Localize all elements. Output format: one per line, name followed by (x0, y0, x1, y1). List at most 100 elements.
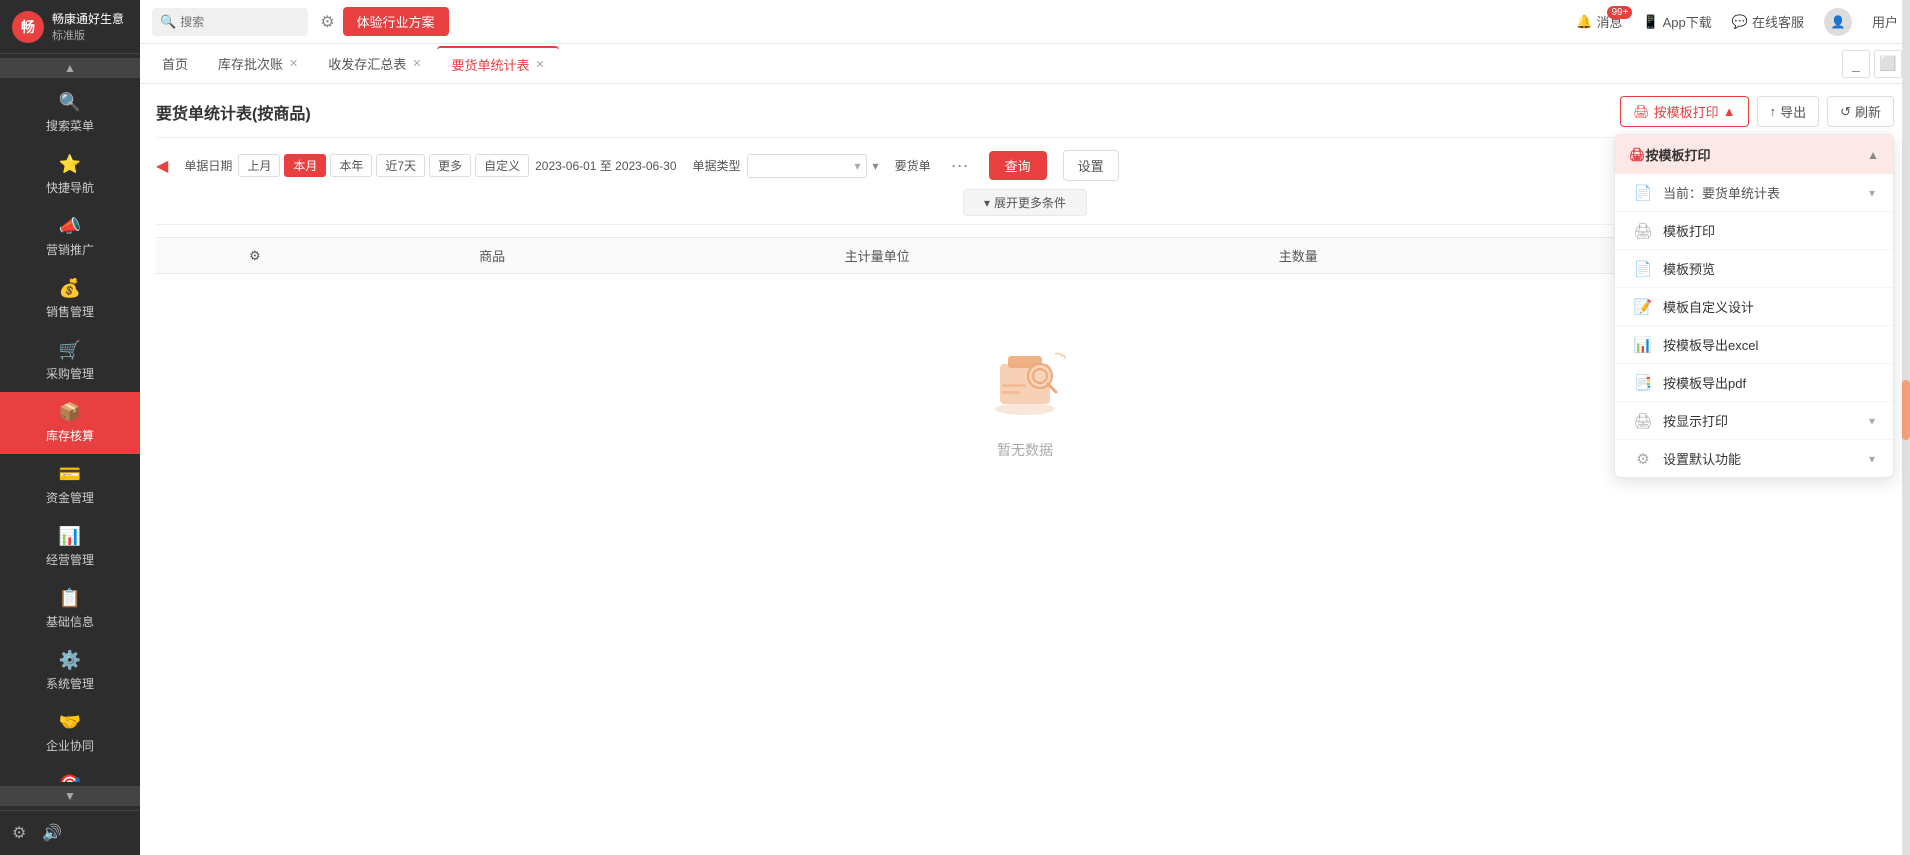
tab-batch-close[interactable]: ✕ (289, 57, 298, 70)
table-col-unit: 主计量单位 (631, 238, 1124, 274)
settings-btn[interactable]: 设置 (1063, 150, 1119, 181)
template-dropdown: 🖨 按模板打印 ▲ 📄 当前：要货单统计表 ▾ 🖨 模板打印 (1614, 134, 1894, 478)
sidebar-item-quick-nav[interactable]: ⭐ 快捷导航 (0, 144, 140, 206)
date-btn-this-month[interactable]: 本月 (284, 154, 326, 177)
tab-home-label: 首页 (162, 54, 188, 73)
more-options-btn[interactable]: ··· (947, 155, 973, 176)
sidebar-item-guide[interactable]: 🎯 新手引导 (0, 764, 140, 782)
sidebar-item-operations[interactable]: 📊 经营管理 (0, 516, 140, 578)
search-input[interactable] (180, 15, 300, 29)
expand-chevron-icon: ▾ (984, 196, 990, 210)
doctype-dropdown-arrow: ▾ (873, 159, 879, 173)
doctype-select[interactable] (747, 154, 867, 178)
template-custom-item[interactable]: 📝 模板自定义设计 (1615, 288, 1893, 326)
sidebar-item-sales[interactable]: 💰 销售管理 (0, 268, 140, 330)
tab-end-controls: _ ⬜ (1842, 50, 1902, 78)
template-print-btn[interactable]: 🖨 按模板打印 ▲ (1620, 96, 1748, 127)
main-area: 🔍 ⚙ 体验行业方案 🔔 消息 99+ 📱 App下载 💬 在线客服 👤 用户 (140, 0, 1910, 855)
refresh-btn[interactable]: ↺ 刷新 (1827, 96, 1894, 127)
sidebar-nav: 🔍 搜索菜单 ⭐ 快捷导航 📣 营销推广 💰 销售管理 🛒 采购管理 📦 库存核… (0, 82, 140, 782)
template-current-item[interactable]: 📄 当前：要货单统计表 ▾ (1615, 174, 1893, 212)
sidebar-item-finance[interactable]: 💳 资金管理 (0, 454, 140, 516)
download-icon: 📱 (1642, 14, 1658, 30)
sidebar-item-collab[interactable]: 🤝 企业协同 (0, 702, 140, 764)
app-download-btn[interactable]: 📱 App下载 (1642, 12, 1711, 31)
export-excel-item[interactable]: 📊 按模板导出excel (1615, 326, 1893, 364)
sidebar-scroll-up-btn[interactable]: ▲ (0, 58, 140, 78)
topbar-settings-icon[interactable]: ⚙ (320, 12, 334, 32)
excel-icon: 📊 (1633, 336, 1653, 354)
preview-icon: 📄 (1633, 260, 1653, 278)
table-col-settings[interactable]: ⚙ (156, 238, 354, 274)
sidebar-item-system[interactable]: ⚙️ 系统管理 (0, 640, 140, 702)
date-filter: 单据日期 上月 本月 本年 近7天 更多 自定义 2023-06-01 至 20… (184, 154, 676, 177)
tab-batch-account[interactable]: 库存批次账 ✕ (204, 46, 312, 82)
default-gear-icon: ⚙ (1633, 450, 1653, 468)
avatar[interactable]: 👤 (1824, 8, 1852, 36)
sidebar-bottom: ⚙ 🔊 (0, 810, 140, 855)
industry-btn[interactable]: 体验行业方案 (343, 7, 449, 36)
topbar: 🔍 ⚙ 体验行业方案 🔔 消息 99+ 📱 App下载 💬 在线客服 👤 用户 (140, 0, 1910, 44)
search-icon: 🔍 (59, 92, 81, 113)
tab-minimize-btn[interactable]: _ (1842, 50, 1870, 78)
username-text: 用户 (1872, 12, 1898, 31)
empty-icon (980, 334, 1070, 424)
sidebar-item-basic[interactable]: 📋 基础信息 (0, 578, 140, 640)
messages-btn[interactable]: 🔔 消息 99+ (1576, 12, 1622, 31)
online-service-btn[interactable]: 💬 在线客服 (1732, 12, 1804, 31)
template-dropdown-title: 按模板打印 (1646, 145, 1711, 164)
refresh-icon: ↺ (1840, 104, 1851, 120)
tab-expand-btn[interactable]: ⬜ (1874, 50, 1902, 78)
query-btn[interactable]: 查询 (989, 151, 1047, 180)
date-btn-this-year[interactable]: 本年 (330, 154, 372, 177)
export-icon: ↑ (1770, 104, 1777, 119)
order-status-label: 要货单 (895, 157, 931, 174)
tab-receipt-summary[interactable]: 收发存汇总表 ✕ (314, 46, 435, 82)
order-status-filter: 要货单 (895, 157, 931, 174)
sidebar-item-inventory[interactable]: 📦 库存核算 (0, 392, 140, 454)
user-icon: 👤 (1831, 15, 1846, 29)
bell-icon: 🔔 (1576, 14, 1592, 30)
sidebar-item-marketing[interactable]: 📣 营销推广 (0, 206, 140, 268)
design-icon: 📝 (1633, 298, 1653, 316)
template-preview-item[interactable]: 📄 模板预览 (1615, 250, 1893, 288)
topbar-search-box[interactable]: 🔍 (152, 8, 308, 36)
page-content: 要货单统计表(按商品) 🖨 按模板打印 ▲ ↑ 导出 ↺ 刷新 (140, 84, 1910, 855)
doctype-label: 单据类型 (693, 157, 741, 174)
template-dropdown-chevron[interactable]: ▲ (1867, 148, 1879, 162)
date-btn-last-month[interactable]: 上月 (238, 154, 280, 177)
tab-order-close[interactable]: ✕ (536, 58, 545, 71)
export-btn[interactable]: ↑ 导出 (1757, 96, 1820, 127)
page-inner: 要货单统计表(按商品) 🖨 按模板打印 ▲ ↑ 导出 ↺ 刷新 (140, 84, 1910, 855)
tab-receipt-close[interactable]: ✕ (412, 57, 421, 70)
gear-icon: ⚙️ (59, 650, 81, 671)
table-col-quantity: 主数量 (1124, 238, 1473, 274)
template-print-item[interactable]: 🖨 模板打印 (1615, 212, 1893, 250)
display-print-item[interactable]: 🖨 按显示打印 ▾ (1615, 402, 1893, 440)
date-custom-btn[interactable]: 自定义 (475, 154, 529, 177)
doctype-filter: 单据类型 ▾ (693, 154, 879, 178)
template-current-label: 当前：要货单统计表 (1663, 183, 1859, 202)
sidebar-item-search[interactable]: 🔍 搜索菜单 (0, 82, 140, 144)
volume-icon[interactable]: 🔊 (42, 823, 62, 843)
app-logo-icon: 畅 (12, 11, 44, 43)
printer-icon-red: 🖨 (1629, 147, 1646, 163)
tab-receipt-label: 收发存汇总表 (328, 54, 406, 73)
date-btn-more[interactable]: 更多 (429, 154, 471, 177)
scrollbar-thumb (1902, 380, 1910, 440)
right-scrollbar[interactable] (1902, 0, 1910, 855)
date-btn-7days[interactable]: 近7天 (376, 154, 425, 177)
expand-more-btn[interactable]: ▾ 展开更多条件 (963, 189, 1087, 216)
date-buttons: 上月 本月 本年 近7天 更多 自定义 (238, 154, 529, 177)
tabbar: 首页 库存批次账 ✕ 收发存汇总表 ✕ 要货单统计表 ✕ _ ⬜ (140, 44, 1910, 84)
tab-home[interactable]: 首页 (148, 46, 202, 82)
sidebar-item-purchase[interactable]: 🛒 采购管理 (0, 330, 140, 392)
sidebar-scroll-down-btn[interactable]: ▼ (0, 786, 140, 806)
tab-order-stats[interactable]: 要货单统计表 ✕ (437, 46, 558, 82)
export-pdf-item[interactable]: 📑 按模板导出pdf (1615, 364, 1893, 402)
default-func-item[interactable]: ⚙ 设置默认功能 ▾ (1615, 440, 1893, 477)
pdf-icon: 📑 (1633, 374, 1653, 392)
cart-icon: 🛒 (59, 340, 81, 361)
filter-expand-icon[interactable]: ◀ (156, 156, 168, 176)
settings-bottom-icon[interactable]: ⚙ (12, 823, 26, 843)
